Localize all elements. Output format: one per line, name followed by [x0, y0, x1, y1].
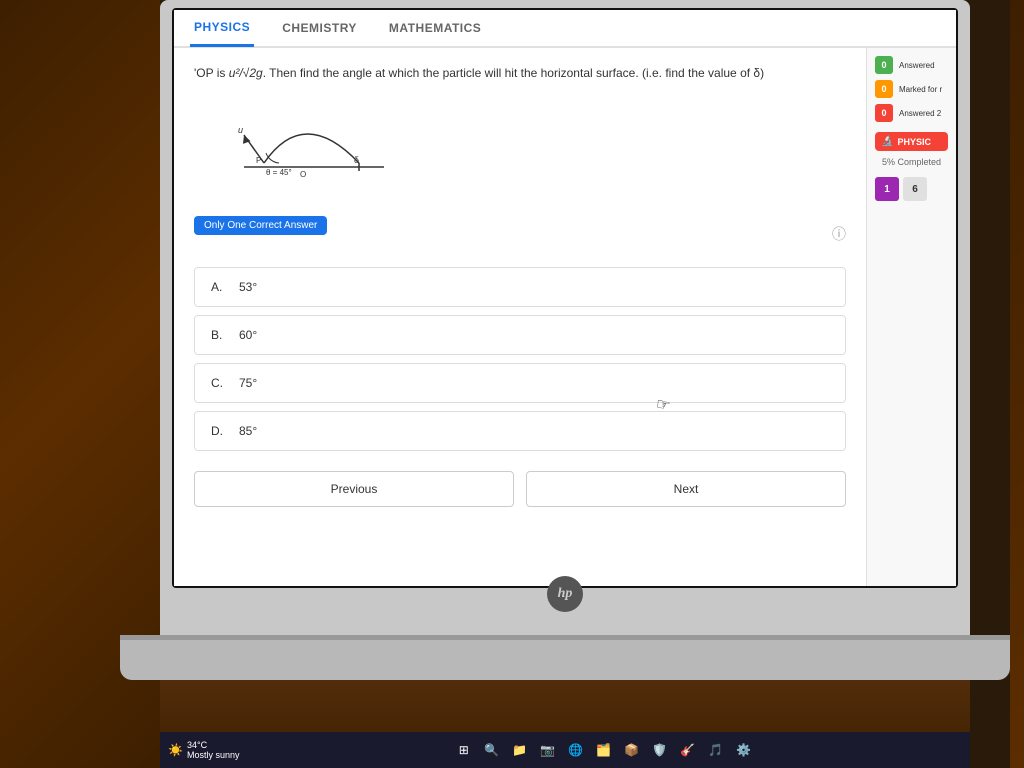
option-d[interactable]: D. 85°: [194, 411, 846, 451]
option-b-value: 60°: [239, 328, 257, 342]
next-button[interactable]: Next: [526, 471, 846, 507]
marked-stat: 0 Marked for r: [875, 80, 948, 98]
question-numbers: 1 6: [875, 177, 948, 201]
weather-temp: 34°C: [187, 740, 240, 750]
question-text: 'OP is u²/√2g. Then find the angle at wh…: [194, 64, 846, 83]
marked-count: 0: [875, 80, 893, 98]
progress-text: 5% Completed: [875, 157, 948, 167]
svg-text:u: u: [238, 125, 243, 135]
search-icon[interactable]: 🔍: [481, 739, 503, 761]
marked-label: Marked for r: [899, 85, 942, 94]
answered-label: Answered: [899, 61, 935, 70]
windows-icon[interactable]: ⊞: [453, 739, 475, 761]
browser-icon[interactable]: 🌐: [565, 739, 587, 761]
option-c-value: 75°: [239, 376, 257, 390]
answer-type-badge[interactable]: Only One Correct Answer: [194, 216, 327, 235]
projectile-diagram: u P O θ = 45° δ: [214, 95, 394, 195]
subject-label: PHYSIC: [897, 137, 931, 147]
option-d-value: 85°: [239, 424, 257, 438]
app-icon-1[interactable]: 📦: [621, 739, 643, 761]
answered2-stat: 0 Answered 2: [875, 104, 948, 122]
app-icon-2[interactable]: 🛡️: [649, 739, 671, 761]
answered-stat: 0 Answered: [875, 56, 948, 74]
file-explorer-icon[interactable]: 📁: [509, 739, 531, 761]
answered2-label: Answered 2: [899, 109, 941, 118]
q-num-6[interactable]: 6: [903, 177, 927, 201]
option-c[interactable]: C. 75°: [194, 363, 846, 403]
hp-logo: hp: [547, 576, 583, 612]
subject-badge: 🔬 PHYSIC: [875, 132, 948, 151]
options-container: A. 53° B. 60° C. 75° D.: [194, 267, 846, 451]
navigation-bar: PHYSICS CHEMISTRY MATHEMATICS: [174, 10, 956, 48]
app-icon-4[interactable]: 🎵: [705, 739, 727, 761]
option-b-label: B.: [211, 328, 227, 342]
option-a-label: A.: [211, 280, 227, 294]
folder-icon[interactable]: 🗂️: [593, 739, 615, 761]
option-b[interactable]: B. 60°: [194, 315, 846, 355]
diagram-container: u P O θ = 45° δ: [214, 95, 846, 200]
right-sidebar: 0 Answered 0 Marked for r 0 Answered 2 🔬…: [866, 48, 956, 586]
option-a[interactable]: A. 53°: [194, 267, 846, 307]
nav-physics[interactable]: PHYSICS: [190, 10, 254, 47]
laptop-base: hp: [120, 640, 1010, 680]
svg-text:P: P: [256, 156, 261, 165]
option-d-label: D.: [211, 424, 227, 438]
laptop-shell: PHYSICS CHEMISTRY MATHEMATICS 'OP is u²/…: [160, 0, 970, 660]
taskbar: ☀️ 34°C Mostly sunny ⊞ 🔍 📁 📷 🌐 🗂️ 📦 🛡️ 🎸…: [160, 732, 970, 768]
answered-count: 0: [875, 56, 893, 74]
svg-text:θ = 45°: θ = 45°: [266, 168, 292, 177]
option-c-label: C.: [211, 376, 227, 390]
app-icon-3[interactable]: 🎸: [677, 739, 699, 761]
nav-buttons: Previous Next: [194, 471, 846, 507]
nav-mathematics[interactable]: MATHEMATICS: [385, 11, 485, 45]
option-a-value: 53°: [239, 280, 257, 294]
answered2-count: 0: [875, 104, 893, 122]
previous-button[interactable]: Previous: [194, 471, 514, 507]
weather-info: ☀️ 34°C Mostly sunny: [168, 740, 239, 760]
main-content: 'OP is u²/√2g. Then find the angle at wh…: [174, 48, 956, 586]
question-area: 'OP is u²/√2g. Then find the angle at wh…: [174, 48, 866, 586]
nav-chemistry[interactable]: CHEMISTRY: [278, 11, 361, 45]
info-icon[interactable]: ⓘ: [832, 224, 846, 244]
taskbar-center: ⊞ 🔍 📁 📷 🌐 🗂️ 📦 🛡️ 🎸 🎵 ⚙️: [245, 739, 962, 761]
camera-icon[interactable]: 📷: [537, 739, 559, 761]
screen-bezel: PHYSICS CHEMISTRY MATHEMATICS 'OP is u²/…: [172, 8, 958, 588]
svg-text:O: O: [300, 170, 306, 179]
desk-right: [1010, 0, 1024, 768]
weather-desc: Mostly sunny: [187, 750, 240, 760]
weather-icon: ☀️: [168, 743, 183, 757]
screen-content: PHYSICS CHEMISTRY MATHEMATICS 'OP is u²/…: [174, 10, 956, 586]
q-num-1[interactable]: 1: [875, 177, 899, 201]
app-icon-5[interactable]: ⚙️: [733, 739, 755, 761]
